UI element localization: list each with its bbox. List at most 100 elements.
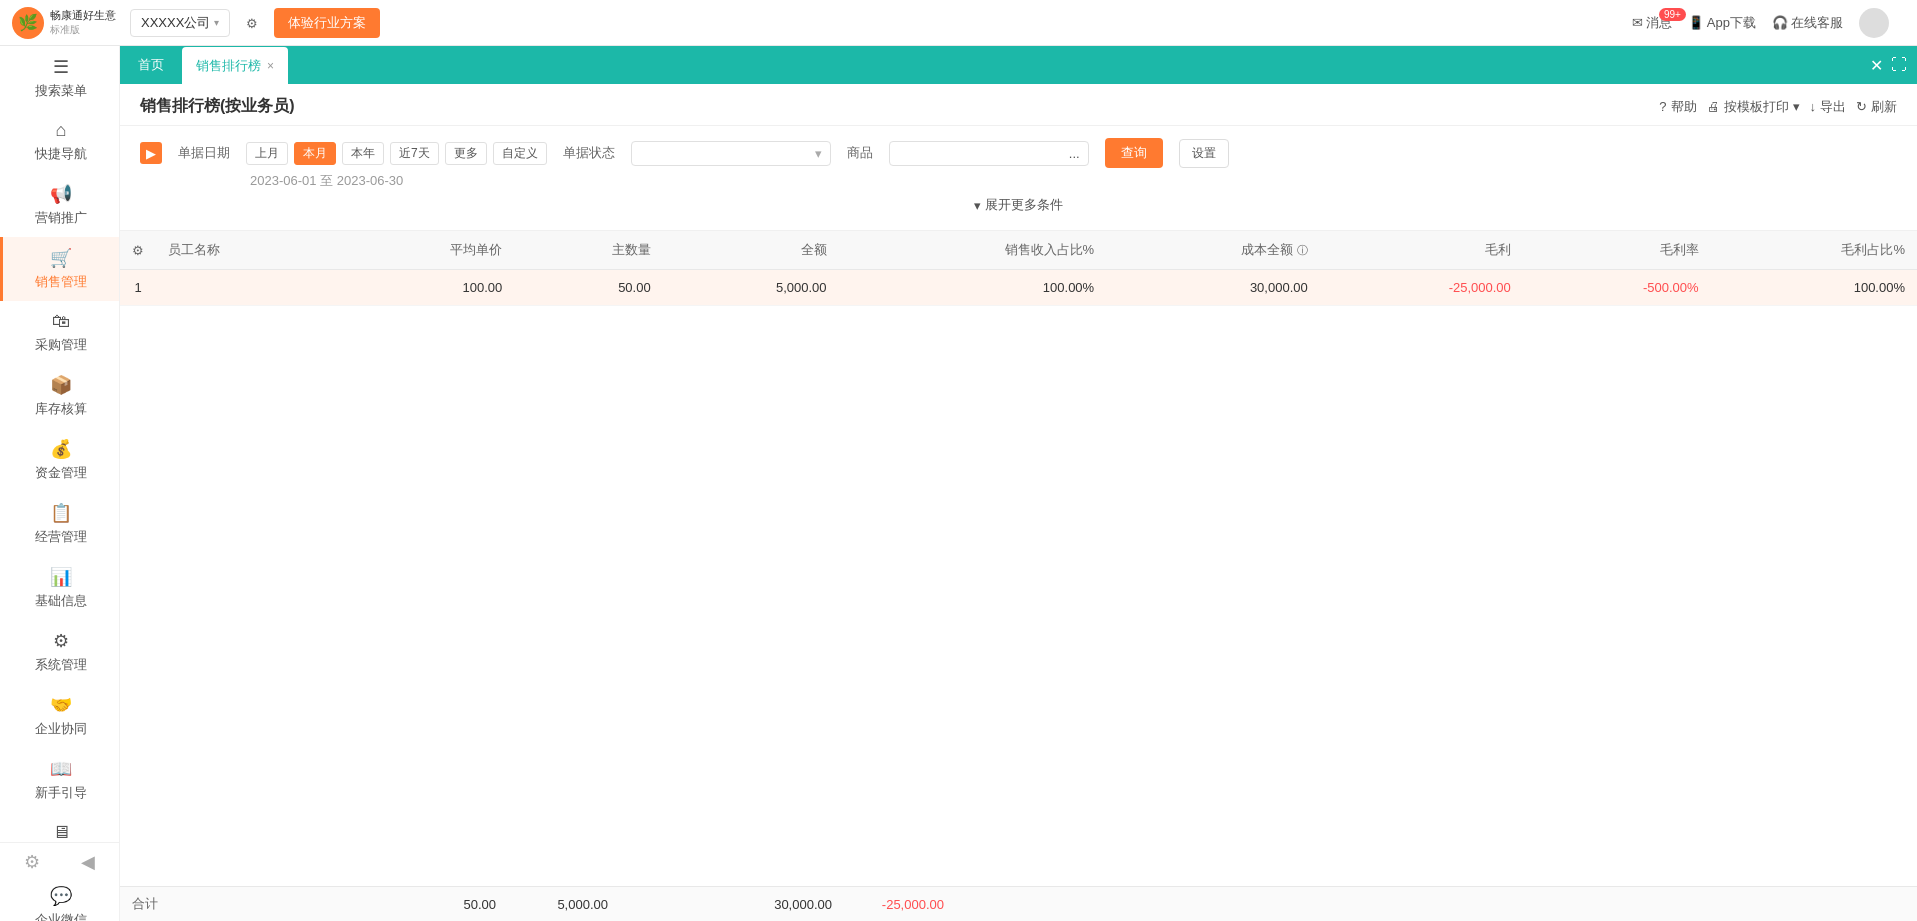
col-qty: 主数量 [514, 231, 662, 270]
avatar[interactable] [1859, 8, 1889, 38]
settings-page-button[interactable]: 设置 [1179, 139, 1229, 168]
goods-label: 商品 [847, 144, 873, 162]
print-button[interactable]: 🖨 按模板打印 ▾ [1707, 98, 1800, 116]
content-area: 首页 销售排行榜 × ✕ ⛶ 销售排行榜(按业务员) ? 帮助 [120, 46, 1917, 921]
sidebar-label-wechat: 企业微信 [35, 911, 87, 921]
chevron-down-icon: ▾ [214, 17, 219, 28]
page-content: 销售排行榜(按业务员) ? 帮助 🖨 按模板打印 ▾ ↓ 导出 [120, 84, 1917, 921]
sidebar-item-cooperation[interactable]: 🤝 企业协同 [0, 684, 119, 748]
export-icon: ↓ [1810, 99, 1817, 114]
tab-home[interactable]: 首页 [120, 46, 182, 84]
cell-rank: 1 [120, 270, 156, 306]
col-settings[interactable]: ⚙ [120, 231, 156, 270]
query-button[interactable]: 查询 [1105, 138, 1163, 168]
col-revenue-pct: 销售收入占比% [839, 231, 1107, 270]
sidebar-item-inventory[interactable]: 📦 库存核算 [0, 364, 119, 428]
refresh-button[interactable]: ↻ 刷新 [1856, 98, 1897, 116]
wechat-icon: 💬 [50, 885, 72, 907]
filter-row: ▶ 单据日期 上月 本月 本年 近7天 更多 自定义 单据状态 ▾ [140, 138, 1897, 168]
status-selector[interactable]: ▾ [631, 141, 831, 166]
app-label: App下载 [1707, 14, 1756, 32]
sidebar-item-marketing[interactable]: 📢 营销推广 [0, 173, 119, 237]
app-download-button[interactable]: 📱 App下载 [1688, 14, 1756, 32]
sidebar-item-management[interactable]: 📋 经营管理 [0, 492, 119, 556]
box-icon: 📦 [50, 374, 72, 396]
sidebar-label-guide: 新手引导 [35, 784, 87, 802]
date-btn-last-month[interactable]: 上月 [246, 142, 288, 165]
main-layout: ☰ 搜索菜单 ⌂ 快捷导航 📢 营销推广 🛒 销售管理 🛍 采购管理 📦 库存核… [0, 46, 1917, 921]
cell-gross: -25,000.00 [1320, 270, 1523, 306]
table-footer: 合计 50.00 5,000.00 30,000.00 -25,000.00 [120, 886, 1917, 921]
date-btn-custom[interactable]: 自定义 [493, 142, 547, 165]
date-btn-this-month[interactable]: 本月 [294, 142, 336, 165]
page-title: 销售排行榜(按业务员) [140, 96, 295, 117]
service-label: 在线客服 [1791, 14, 1843, 32]
monitor-icon: 🖥 [52, 822, 70, 843]
sidebar-item-guide[interactable]: 📖 新手引导 [0, 748, 119, 812]
maximize-icon[interactable]: ⛶ [1891, 56, 1907, 74]
filter-toggle-button[interactable]: ▶ [140, 142, 162, 164]
tab-sales-ranking[interactable]: 销售排行榜 × [182, 47, 288, 85]
table-container: ⚙ 员工名称 平均单价 主数量 全额 销售收入占比% 成本全额 ⓘ 毛利 [120, 231, 1917, 886]
status-label: 单据状态 [563, 144, 615, 162]
settings-button[interactable]: ⚙ [238, 9, 266, 37]
sidebar-item-search[interactable]: ☰ 搜索菜单 [0, 46, 119, 110]
col-settings-icon: ⚙ [132, 243, 144, 258]
expand-conditions-button[interactable]: ▾ 展开更多条件 [974, 196, 1063, 214]
message-icon: ✉ [1632, 15, 1643, 30]
goods-selector[interactable]: ... [889, 141, 1089, 166]
sidebar-label-basicinfo: 基础信息 [35, 592, 87, 610]
sidebar-label-finance: 资金管理 [35, 464, 87, 482]
page-actions: ? 帮助 🖨 按模板打印 ▾ ↓ 导出 ↻ 刷新 [1659, 98, 1897, 116]
tab-close-icon[interactable]: × [267, 59, 274, 73]
help-button[interactable]: ? 帮助 [1659, 98, 1696, 116]
search-icon: ☰ [53, 56, 69, 78]
sidebar-label-marketing: 营销推广 [35, 209, 87, 227]
sidebar-label-cooperation: 企业协同 [35, 720, 87, 738]
date-btn-7days[interactable]: 近7天 [390, 142, 439, 165]
export-button[interactable]: ↓ 导出 [1810, 98, 1847, 116]
bag-icon: 🛍 [52, 311, 70, 332]
expand-row: ▾ 展开更多条件 [140, 190, 1897, 218]
cell-revenue-pct: 100.00% [839, 270, 1107, 306]
collapse-icon[interactable]: ◀ [81, 851, 95, 873]
minimize-icon[interactable]: ✕ [1870, 56, 1883, 75]
online-service-button[interactable]: 🎧 在线客服 [1772, 14, 1843, 32]
date-btn-this-year[interactable]: 本年 [342, 142, 384, 165]
sidebar-label-management: 经营管理 [35, 528, 87, 546]
col-gross: 毛利 [1320, 231, 1523, 270]
settings-bottom-icon[interactable]: ⚙ [24, 851, 40, 873]
top-bar: 🌿 畅康通好生意 标准版 XXXXX公司 ▾ ⚙ 体验行业方案 ✉ 消息 99+… [0, 0, 1917, 46]
help-icon: ? [1659, 99, 1666, 114]
home-icon: ⌂ [56, 120, 67, 141]
sidebar-item-finance[interactable]: 💰 资金管理 [0, 428, 119, 492]
date-label: 单据日期 [178, 144, 230, 162]
cell-cost: 30,000.00 [1106, 270, 1320, 306]
data-table: ⚙ 员工名称 平均单价 主数量 全额 销售收入占比% 成本全额 ⓘ 毛利 [120, 231, 1917, 306]
date-btn-more[interactable]: 更多 [445, 142, 487, 165]
sidebar-label-inventory: 库存核算 [35, 400, 87, 418]
sidebar-label-sales: 销售管理 [35, 273, 87, 291]
sidebar-item-sales[interactable]: 🛒 销售管理 [0, 237, 119, 301]
cell-avg-price: 100.00 [335, 270, 514, 306]
trial-button[interactable]: 体验行业方案 [274, 8, 380, 38]
sidebar-item-purchase[interactable]: 🛍 采购管理 [0, 301, 119, 364]
tab-bar-right: ✕ ⛶ [1870, 56, 1917, 75]
col-amount: 全额 [663, 231, 839, 270]
sidebar-item-wechat[interactable]: 💬 企业微信 [0, 875, 119, 921]
sidebar-item-quicknav[interactable]: ⌂ 快捷导航 [0, 110, 119, 173]
cell-employee [156, 270, 335, 306]
footer-amount: 5,000.00 [508, 897, 608, 912]
handshake-icon: 🤝 [50, 694, 72, 716]
sidebar-bottom: ⚙ ◀ [0, 842, 119, 881]
col-gross-pct: 毛利占比% [1711, 231, 1917, 270]
date-options: 上月 本月 本年 近7天 更多 自定义 [246, 142, 547, 165]
gear-icon: ⚙ [246, 16, 258, 31]
company-selector[interactable]: XXXXX公司 ▾ [130, 9, 230, 37]
sidebar-label-quicknav: 快捷导航 [35, 145, 87, 163]
cell-margin-rate: -500.00% [1523, 270, 1711, 306]
sidebar-item-system[interactable]: ⚙ 系统管理 [0, 620, 119, 684]
message-button[interactable]: ✉ 消息 99+ [1632, 14, 1672, 32]
footer-qty: 50.00 [416, 897, 496, 912]
sidebar-item-basicinfo[interactable]: 📊 基础信息 [0, 556, 119, 620]
